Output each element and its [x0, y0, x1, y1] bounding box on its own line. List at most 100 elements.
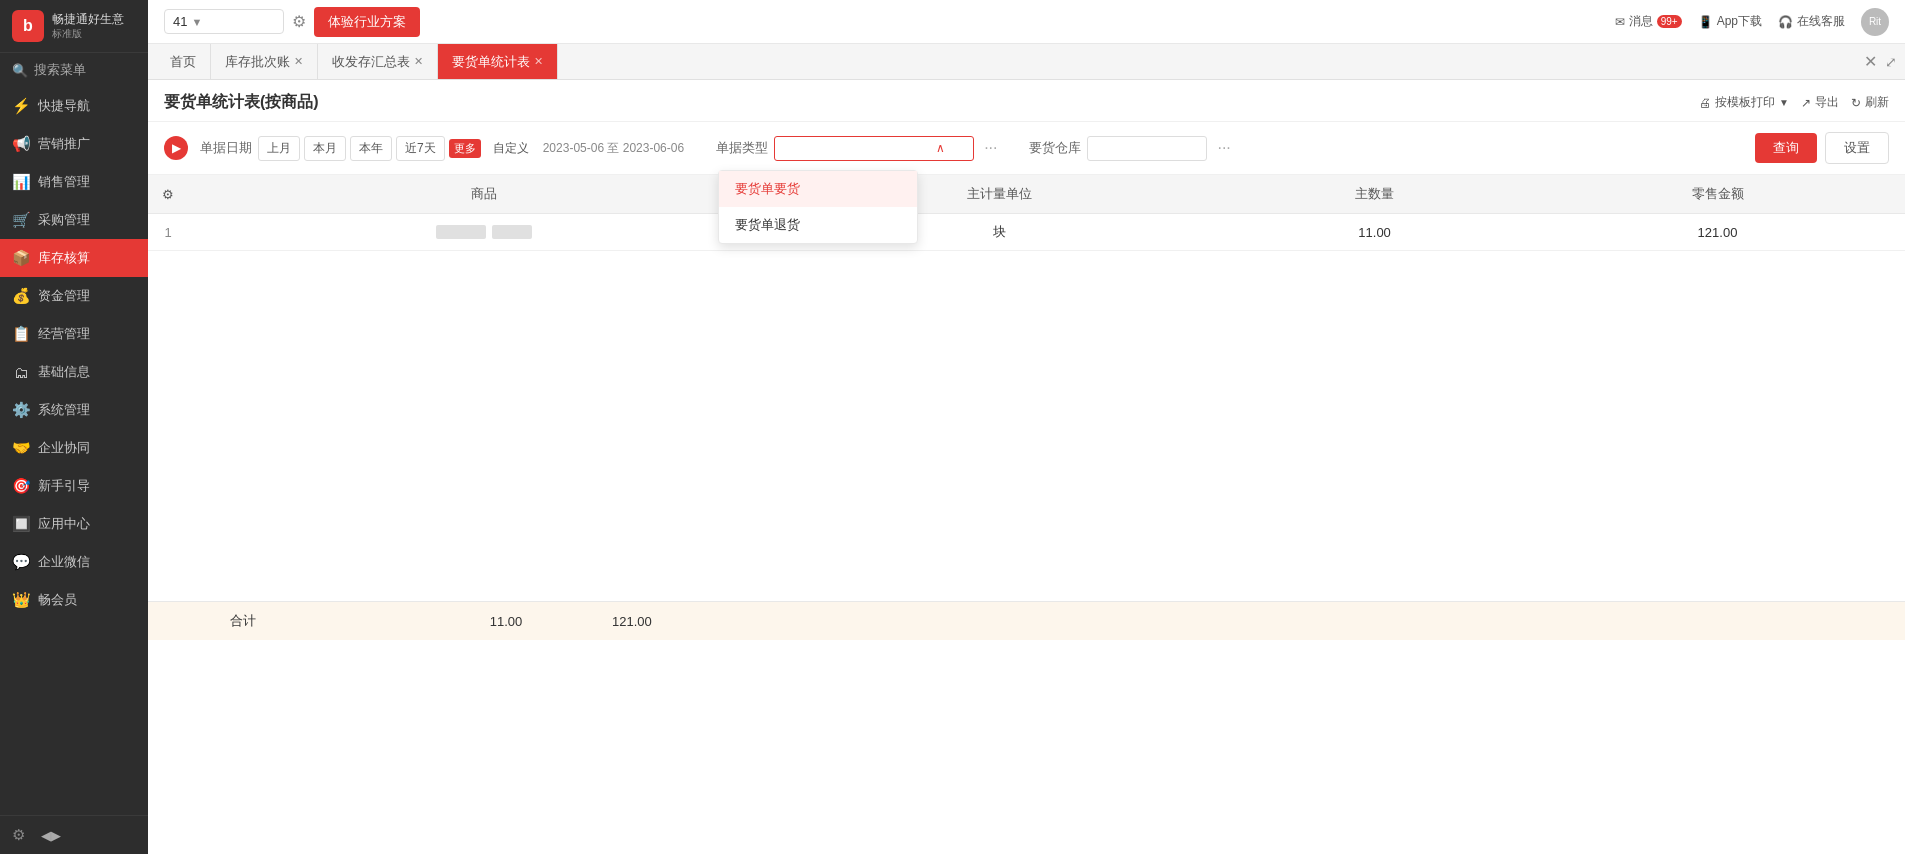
- sidebar-item-operations[interactable]: 📋经营管理: [0, 315, 148, 353]
- print-chevron-icon: ▼: [1779, 97, 1789, 108]
- tab-close-order-stats[interactable]: ✕: [534, 55, 543, 68]
- custom-date-btn[interactable]: 自定义: [485, 137, 537, 160]
- app-download-item[interactable]: 📱 App下载: [1698, 13, 1762, 30]
- col-settings[interactable]: ⚙: [148, 175, 188, 214]
- type-more-icon[interactable]: ···: [984, 139, 997, 157]
- column-settings-icon[interactable]: ⚙: [162, 187, 174, 202]
- sidebar-item-basic[interactable]: 🗂基础信息: [0, 353, 148, 391]
- type-select[interactable]: ∧: [774, 136, 974, 161]
- sidebar-label-purchase: 采购管理: [38, 211, 90, 229]
- sidebar-item-wechat[interactable]: 💬 企业微信: [0, 543, 148, 581]
- more-dates-badge[interactable]: 更多: [449, 139, 481, 158]
- app-download-icon: 📱: [1698, 15, 1713, 29]
- type-select-input[interactable]: [783, 141, 936, 156]
- date-buttons: 上月 本月 本年 近7天 更多 自定义: [258, 136, 537, 161]
- page-header: 要货单统计表(按商品) 🖨 按模板打印 ▼ ↗ 导出 ↻ 刷新: [148, 80, 1905, 122]
- online-service-label: 在线客服: [1797, 13, 1845, 30]
- this-month-btn[interactable]: 本月: [304, 136, 346, 161]
- sidebar-icon-collab: 🤝: [12, 439, 30, 457]
- store-selector[interactable]: 41 ▼: [164, 9, 284, 34]
- tab-order-stats[interactable]: 要货单统计表 ✕: [438, 44, 558, 79]
- sidebar-item-shortcut[interactable]: ⚡快捷导航: [0, 87, 148, 125]
- sidebar-item-guide[interactable]: 🎯新手引导: [0, 467, 148, 505]
- table-footer: 合计 11.00 121.00: [148, 601, 1905, 640]
- sidebar-search[interactable]: 🔍 搜索菜单: [0, 53, 148, 87]
- app-sub: 标准版: [52, 27, 124, 41]
- sidebar-icon-sales: 📊: [12, 173, 30, 191]
- dropdown-item-order[interactable]: 要货单要货: [719, 171, 917, 207]
- col-product: 商品: [188, 175, 780, 214]
- sidebar-item-system[interactable]: ⚙️ 系统管理: [0, 391, 148, 429]
- refresh-button[interactable]: ↻ 刷新: [1851, 94, 1889, 111]
- sidebar-icon-marketing: 📢: [12, 135, 30, 153]
- export-button[interactable]: ↗ 导出: [1801, 94, 1839, 111]
- sidebar-icon-system: ⚙️: [12, 401, 30, 419]
- warehouse-filter-label: 要货仓库: [1029, 139, 1081, 157]
- col-amount: 零售金额: [1530, 175, 1905, 214]
- table-container: ⚙ 商品 主计量单位 主数量 零售金额 1: [148, 175, 1905, 251]
- sidebar-label-wechat: 企业微信: [38, 553, 90, 571]
- sidebar-item-marketing[interactable]: 📢营销推广: [0, 125, 148, 163]
- sidebar-item-purchase[interactable]: 🛒采购管理: [0, 201, 148, 239]
- close-all-tabs-icon[interactable]: ✕: [1864, 52, 1877, 71]
- sidebar-label-basic: 基础信息: [38, 363, 90, 381]
- sidebar-icon-wechat: 💬: [12, 553, 30, 571]
- topbar-gear-icon[interactable]: ⚙: [292, 12, 306, 31]
- refresh-label: 刷新: [1865, 94, 1889, 111]
- logo-icon: b: [12, 10, 44, 42]
- print-button[interactable]: 🖨 按模板打印 ▼: [1699, 94, 1789, 111]
- refresh-icon: ↻: [1851, 96, 1861, 110]
- sidebar-item-collab[interactable]: 🤝 企业协同: [0, 429, 148, 467]
- setting-button[interactable]: 设置: [1825, 132, 1889, 164]
- warehouse-select-input[interactable]: [1096, 141, 1178, 156]
- tab-receive-summary[interactable]: 收发存汇总表✕: [318, 44, 438, 79]
- this-year-btn[interactable]: 本年: [350, 136, 392, 161]
- online-service-item[interactable]: 🎧 在线客服: [1778, 13, 1845, 30]
- warehouse-filter-group: 要货仓库 ···: [1029, 136, 1230, 161]
- expand-tabs-icon[interactable]: ⤢: [1885, 54, 1897, 70]
- amount-cell: 121.00: [1530, 214, 1905, 251]
- sidebar-item-member[interactable]: 👑畅会员: [0, 581, 148, 619]
- product-placeholder-1: [436, 225, 486, 239]
- page-title: 要货单统计表(按商品): [164, 92, 319, 113]
- query-button[interactable]: 查询: [1755, 133, 1817, 163]
- dropdown-item-return[interactable]: 要货单退货: [719, 207, 917, 243]
- filter-expand-button[interactable]: ▶: [164, 136, 188, 160]
- date-filter-group: 单据日期 上月 本月 本年 近7天 更多 自定义 2023-05-06 至 20…: [200, 136, 684, 161]
- user-avatar[interactable]: Rit: [1861, 8, 1889, 36]
- messages-item[interactable]: ✉ 消息 99+: [1615, 13, 1682, 30]
- print-label: 按模板打印: [1715, 94, 1775, 111]
- type-chevron-icon[interactable]: ∧: [936, 141, 945, 155]
- last-7-days-btn[interactable]: 近7天: [396, 136, 445, 161]
- warehouse-more-icon[interactable]: ···: [1217, 139, 1230, 157]
- sidebar-collapse-icon[interactable]: ◀▶: [41, 828, 61, 843]
- warehouse-select[interactable]: [1087, 136, 1207, 161]
- sidebar: b 畅捷通好生意 标准版 🔍 搜索菜单 ⚡快捷导航📢营销推广📊销售管理🛒采购管理…: [0, 0, 148, 854]
- topbar-right: ✉ 消息 99+ 📱 App下载 🎧 在线客服 Rit: [1615, 8, 1889, 36]
- tab-inventory-batch[interactable]: 库存批次账✕: [211, 44, 318, 79]
- tab-home[interactable]: 首页: [156, 44, 211, 79]
- sidebar-item-apps[interactable]: 🔲应用中心: [0, 505, 148, 543]
- tab-label-order-stats: 要货单统计表: [452, 53, 530, 71]
- sidebar-label-system: 系统管理: [38, 401, 90, 419]
- footer-amount: 121.00: [612, 614, 652, 629]
- page-container: 要货单统计表(按商品) 🖨 按模板打印 ▼ ↗ 导出 ↻ 刷新: [148, 80, 1905, 854]
- sidebar-item-finance[interactable]: 💰资金管理: [0, 277, 148, 315]
- sidebar-nav: ⚡快捷导航📢营销推广📊销售管理🛒采购管理📦库存核算💰资金管理📋经营管理🗂基础信息…: [0, 87, 148, 619]
- sidebar-logo: b 畅捷通好生意 标准版: [0, 0, 148, 53]
- footer-label: 合计: [230, 612, 256, 630]
- sidebar-item-sales[interactable]: 📊销售管理: [0, 163, 148, 201]
- sidebar-icon-member: 👑: [12, 591, 30, 609]
- trial-button[interactable]: 体验行业方案: [314, 7, 420, 37]
- content-spacer: [148, 251, 1905, 601]
- sidebar-label-collab: 企业协同: [38, 439, 90, 457]
- sidebar-icon-guide: 🎯: [12, 477, 30, 495]
- tab-close-inventory-batch[interactable]: ✕: [294, 55, 303, 68]
- last-month-btn[interactable]: 上月: [258, 136, 300, 161]
- sidebar-icon-finance: 💰: [12, 287, 30, 305]
- footer-quantity: 11.00: [456, 614, 556, 629]
- sidebar-settings-icon[interactable]: ⚙: [12, 826, 25, 844]
- sidebar-item-inventory[interactable]: 📦库存核算: [0, 239, 148, 277]
- tab-close-receive-summary[interactable]: ✕: [414, 55, 423, 68]
- sidebar-label-inventory: 库存核算: [38, 249, 90, 267]
